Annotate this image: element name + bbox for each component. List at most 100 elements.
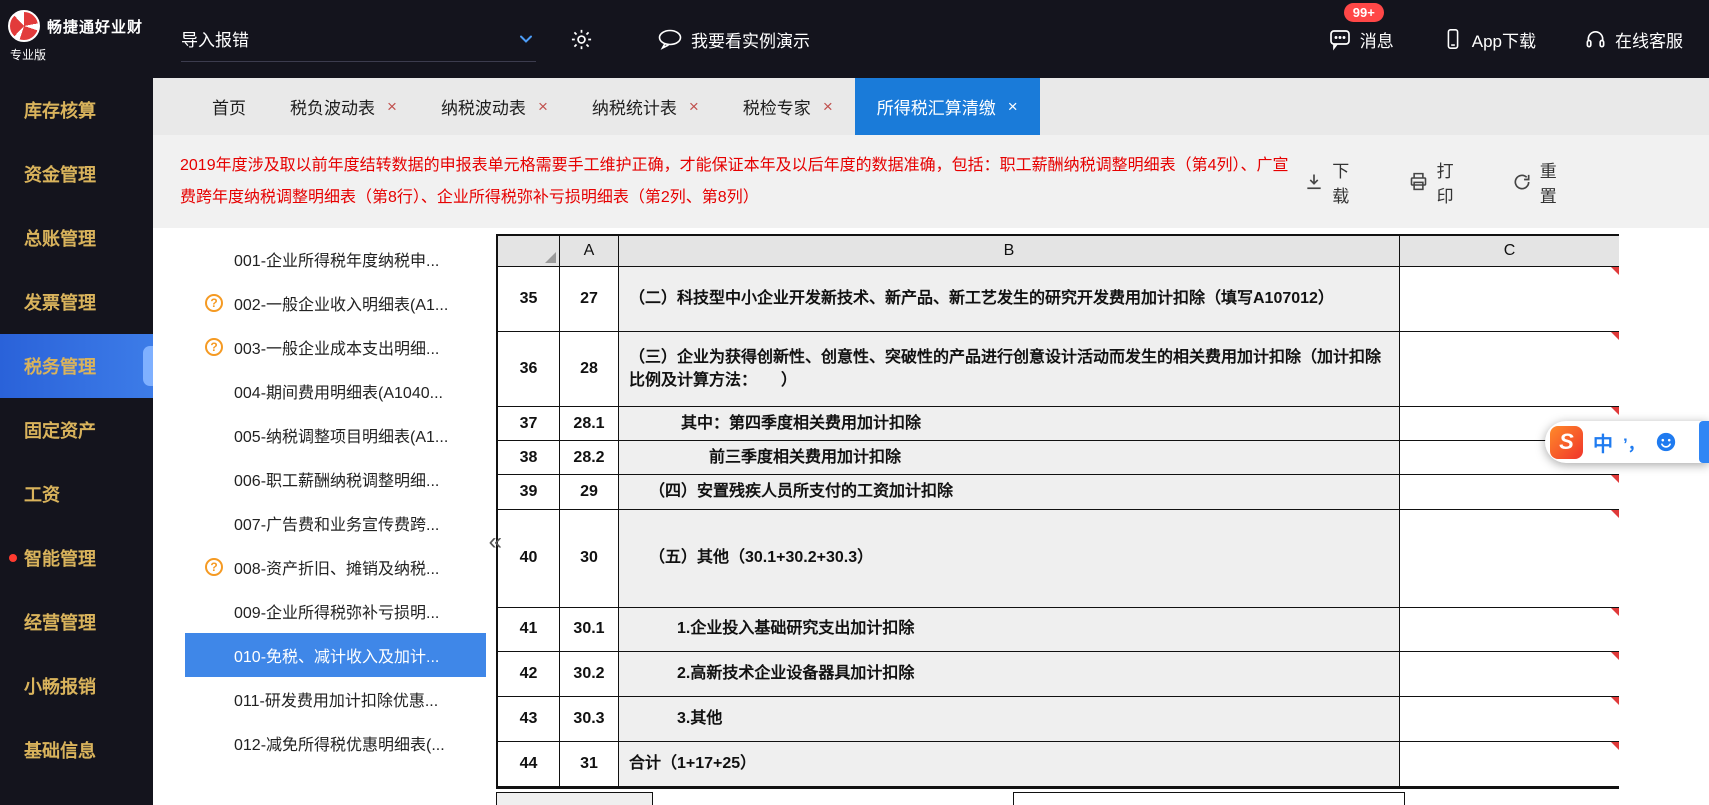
report-item-006[interactable]: 006-职工薪酬纳税调整明细... [153, 457, 496, 501]
report-item-012[interactable]: 012-减免所得税优惠明细表(... [153, 721, 496, 765]
sidebar-item-label: 总账管理 [24, 229, 96, 249]
sidebar-item-label: 发票管理 [24, 293, 96, 313]
settings-button[interactable] [570, 28, 593, 51]
tab-tax-payment-wave-table[interactable]: 纳税波动表 × [419, 78, 570, 135]
sidebar-item-smart-management[interactable]: 智能管理 [0, 526, 153, 590]
app-download-button[interactable]: App下载 [1442, 27, 1536, 52]
cell-a: 30.1 [560, 607, 619, 652]
row-header[interactable]: 39 [498, 475, 560, 510]
top-bar: 导入报错 我要看实例演示 99+ 消息 App下载 在线客服 [153, 0, 1709, 78]
notice-text: 2019年度涉及取以前年度结转数据的申报表单元格需要手工维护正确，才能保证本年及… [180, 157, 1289, 206]
tab-close-icon[interactable]: × [387, 98, 397, 115]
column-header-c[interactable]: C [1400, 236, 1619, 267]
row-header[interactable]: 41 [498, 607, 560, 652]
cell-c[interactable] [1400, 651, 1619, 697]
row-header[interactable]: 37 [498, 407, 560, 442]
report-item-008[interactable]: ? 008-资产折旧、摊销及纳税... [153, 545, 496, 589]
report-item-007[interactable]: 007-广告费和业务宣传费跨... [153, 501, 496, 545]
cell-c[interactable] [1400, 475, 1619, 510]
collapse-panel-handle[interactable]: « [489, 528, 502, 556]
report-item-label: 008-资产折旧、摊销及纳税... [234, 561, 440, 578]
download-button[interactable]: 下载 [1304, 157, 1361, 207]
sidebar-item-expense-report[interactable]: 小畅报销 [0, 654, 153, 718]
cell-b: 合计（1+17+25） [619, 741, 1400, 787]
cell-c[interactable] [1400, 696, 1619, 742]
cell-c[interactable] [1400, 607, 1619, 652]
ime-punctuation-icon[interactable]: ’， [1623, 430, 1645, 455]
tab-label: 税负波动表 [290, 99, 375, 118]
report-item-005[interactable]: 005-纳税调整项目明细表(A1... [153, 413, 496, 457]
column-header-b[interactable]: B [619, 236, 1400, 267]
ime-language-toggle[interactable]: 中 [1593, 428, 1613, 457]
demo-link[interactable]: 我要看实例演示 [657, 27, 810, 52]
report-item-011[interactable]: 011-研发费用加计扣除优惠... [153, 677, 496, 721]
brand-edition: 专业版 [10, 48, 47, 62]
tab-close-icon[interactable]: × [538, 98, 548, 115]
cell-b: （四）安置残疾人员所支付的工资加计扣除 [619, 475, 1400, 510]
tab-bar: 首页 税负波动表 × 纳税波动表 × 纳税统计表 × 税检专家 × 所得税汇算清… [153, 78, 1709, 135]
print-button[interactable]: 打印 [1408, 157, 1466, 207]
tab-close-icon[interactable]: × [689, 98, 699, 115]
online-service-button[interactable]: 在线客服 [1584, 27, 1683, 52]
report-item-001[interactable]: 001-企业所得税年度纳税申... [153, 237, 496, 281]
cell-c[interactable] [1400, 509, 1619, 608]
report-item-009[interactable]: 009-企业所得税弥补亏损明... [153, 589, 496, 633]
tab-tax-inspection-expert[interactable]: 税检专家 × [721, 78, 855, 135]
tab-close-icon[interactable]: × [823, 98, 833, 115]
cell-c[interactable] [1400, 267, 1619, 332]
tab-label: 纳税统计表 [591, 99, 677, 118]
sidebar-item-inventory[interactable]: 库存核算 [0, 78, 153, 142]
cell-b: （三）企业为获得创新性、创意性、突破性的产品进行创意设计活动而发生的相关费用加计… [619, 332, 1400, 407]
report-item-004[interactable]: 004-期间费用明细表(A1040... [153, 369, 496, 413]
row-header[interactable]: 44 [498, 741, 560, 787]
select-all-corner-cell[interactable] [498, 236, 560, 267]
row-header[interactable]: 40 [498, 509, 560, 608]
sogou-logo-icon[interactable]: S [1550, 425, 1583, 459]
tab-tax-burden-table[interactable]: 税负波动表 × [268, 78, 419, 135]
reset-button[interactable]: 重置 [1512, 157, 1569, 207]
sidebar-item-fixed-assets[interactable]: 固定资产 [0, 398, 153, 462]
ime-emoji-icon[interactable] [1655, 431, 1677, 453]
sidebar-item-invoice[interactable]: 发票管理 [0, 270, 153, 334]
row-header[interactable]: 36 [498, 332, 560, 407]
sidebar-item-basic-info[interactable]: 基础信息 [0, 718, 153, 782]
tab-home[interactable]: 首页 [190, 78, 268, 135]
cell-c[interactable] [1400, 741, 1619, 787]
row-header[interactable]: 35 [498, 267, 560, 332]
import-error-label: 导入报错 [181, 31, 249, 50]
messages-button[interactable]: 99+ 消息 [1328, 2, 1394, 52]
help-icon[interactable]: ? [205, 294, 223, 312]
table-row: 42 30.2 2.高新技术企业设备器具加计扣除 [498, 651, 1619, 697]
sidebar-item-payroll[interactable]: 工资 [0, 462, 153, 526]
ime-drag-handle[interactable] [1699, 421, 1709, 463]
row-header[interactable]: 42 [498, 651, 560, 697]
import-error-dropdown[interactable]: 导入报错 [181, 16, 536, 62]
tab-income-tax-settlement[interactable]: 所得税汇算清缴 × [854, 78, 1040, 135]
tab-close-icon[interactable]: × [1008, 98, 1018, 115]
report-item-002[interactable]: ? 002-一般企业收入明细表(A1... [153, 281, 496, 325]
table-row: 41 30.1 1.企业投入基础研究支出加计扣除 [498, 607, 1619, 652]
cell-c[interactable] [1400, 332, 1619, 407]
row-header[interactable]: 43 [498, 696, 560, 742]
column-header-a[interactable]: A [560, 236, 619, 267]
sidebar-item-business-management[interactable]: 经营管理 [0, 590, 153, 654]
chat-icon [1328, 27, 1352, 51]
sidebar-item-tax-management[interactable]: 税务管理 [0, 334, 153, 398]
sidebar-item-label: 资金管理 [24, 165, 96, 185]
sidebar-item-general-ledger[interactable]: 总账管理 [0, 206, 153, 270]
header-row: A B C [498, 236, 1619, 267]
report-item-010[interactable]: 010-免税、减计收入及加计... [185, 633, 486, 677]
cell-b: 前三季度相关费用加计扣除 [619, 441, 1400, 476]
phone-icon [1442, 27, 1464, 51]
help-icon[interactable]: ? [205, 558, 223, 576]
brand-logo-icon [8, 10, 40, 42]
cell-b: 1.企业投入基础研究支出加计扣除 [619, 607, 1400, 652]
report-item-label: 001-企业所得税年度纳税申... [234, 253, 440, 270]
row-header[interactable]: 38 [498, 441, 560, 476]
report-item-003[interactable]: ? 003-一般企业成本支出明细... [153, 325, 496, 369]
sidebar-item-funds[interactable]: 资金管理 [0, 142, 153, 206]
notice-bar: 2019年度涉及取以前年度结转数据的申报表单元格需要手工维护正确，才能保证本年及… [153, 135, 1709, 228]
tab-tax-statistics-table[interactable]: 纳税统计表 × [570, 78, 721, 135]
help-icon[interactable]: ? [205, 338, 223, 356]
sidebar-item-label: 税务管理 [24, 357, 96, 377]
